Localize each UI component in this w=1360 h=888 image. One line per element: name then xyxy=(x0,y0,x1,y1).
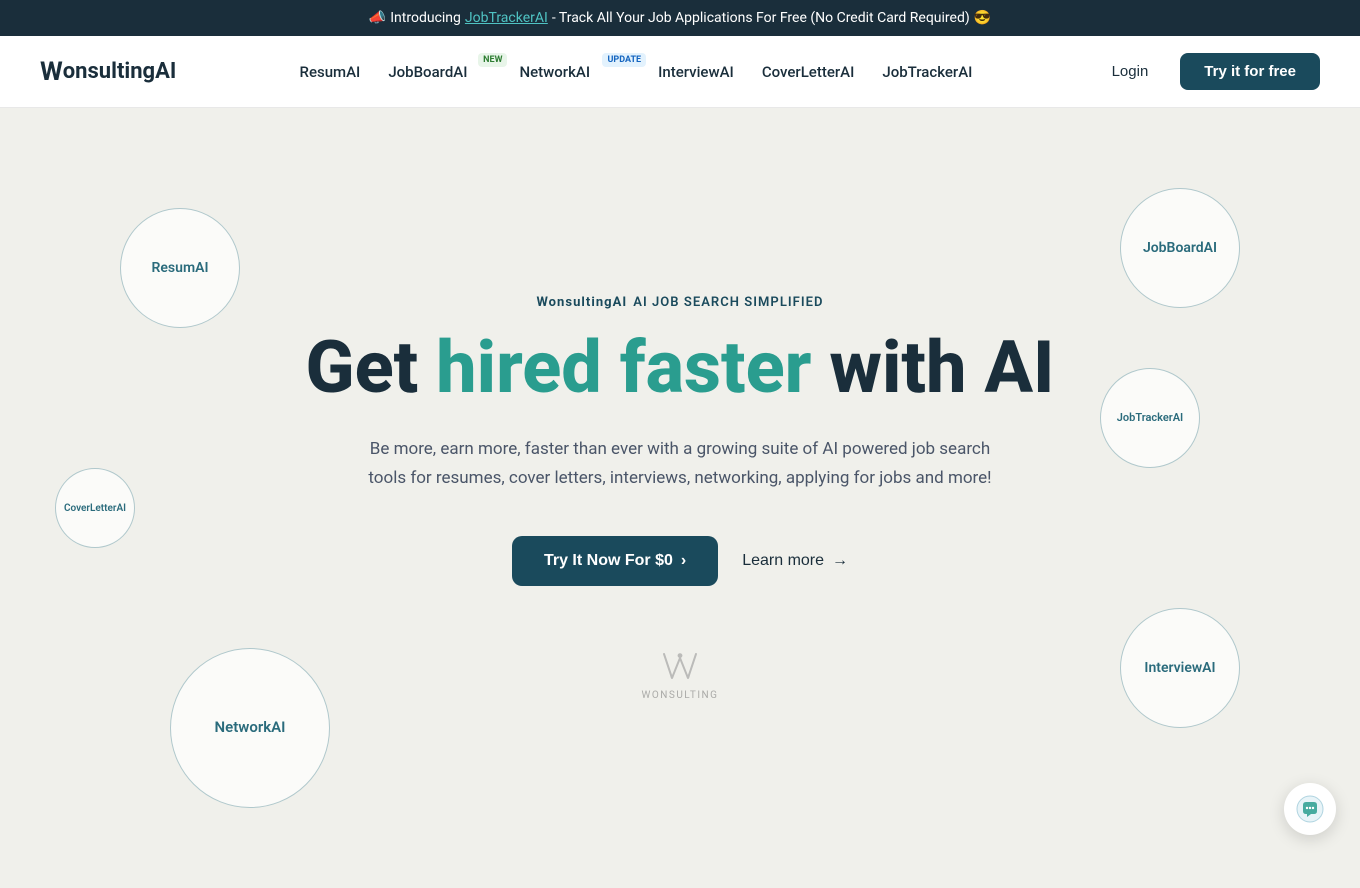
announcement-banner: 📣 Introducing JobTrackerAI - Track All Y… xyxy=(0,0,1360,36)
nav-item-jobboardai: JobBoardAI NEW xyxy=(376,55,503,89)
hero-content: WonsultingAI AI JOB SEARCH SIMPLIFIED Ge… xyxy=(306,295,1055,702)
nav-item-networkai: NetworkAI UPDATE xyxy=(507,55,642,89)
nav-item-resumai: ResumAI xyxy=(288,55,373,89)
circle-jobboardai: JobBoardAI xyxy=(1120,188,1240,308)
hero-cta-group: Try It Now For $0 › Learn more → xyxy=(306,536,1055,586)
circle-interviewai: InterviewAI xyxy=(1120,608,1240,728)
chat-support-button[interactable] xyxy=(1284,783,1336,835)
logo-text: onsultingAI xyxy=(63,59,177,84)
circle-coverletterai: CoverLetterAI xyxy=(55,468,135,548)
nav-link-jobtrackerai[interactable]: JobTrackerAI xyxy=(870,55,984,89)
nav-item-coverletterai: CoverLetterAI xyxy=(750,55,867,89)
bottom-logo-text: WONSULTING xyxy=(642,690,719,701)
nav-item-interviewai: InterviewAI xyxy=(646,55,746,89)
nav-right: Login Try it for free xyxy=(1096,53,1320,90)
try-for-free-button[interactable]: Try it for free xyxy=(1180,53,1320,90)
nav-link-jobboardai[interactable]: JobBoardAI NEW xyxy=(376,55,503,89)
banner-emoji-left: 📣 xyxy=(369,10,386,26)
hero-section: ResumAI JobBoardAI JobTrackerAI CoverLet… xyxy=(0,108,1360,888)
banner-emoji-right: 😎 xyxy=(974,10,991,26)
nav-link-interviewai[interactable]: InterviewAI xyxy=(646,55,746,89)
arrow-right-icon: → xyxy=(832,552,848,570)
nav-link-resumai[interactable]: ResumAI xyxy=(288,55,373,89)
eyebrow-separator: AI JOB SEARCH SIMPLIFIED xyxy=(633,295,823,310)
try-now-button[interactable]: Try It Now For $0 › xyxy=(512,536,718,586)
hero-title-faster: faster xyxy=(620,325,830,410)
logo-w-letter: W xyxy=(40,57,63,87)
hero-title-hired: hired xyxy=(436,325,620,410)
learn-more-button[interactable]: Learn more → xyxy=(742,552,848,570)
hero-title: Get hired faster with AI xyxy=(306,328,1055,407)
nav-links: ResumAI JobBoardAI NEW NetworkAI UPDATE … xyxy=(288,55,985,89)
arrow-right-icon: › xyxy=(681,552,686,570)
hero-eyebrow: WonsultingAI AI JOB SEARCH SIMPLIFIED xyxy=(306,295,1055,310)
badge-update: UPDATE xyxy=(602,53,646,67)
eyebrow-brand: WonsultingAI xyxy=(536,295,627,310)
badge-new: NEW xyxy=(478,53,507,67)
wonsulting-logo-icon xyxy=(655,646,705,686)
nav-link-coverletterai[interactable]: CoverLetterAI xyxy=(750,55,867,89)
login-button[interactable]: Login xyxy=(1096,55,1165,88)
banner-text-before: Introducing xyxy=(390,10,461,26)
nav-item-jobtrackerai: JobTrackerAI xyxy=(870,55,984,89)
chat-icon xyxy=(1296,795,1324,823)
hero-title-with-ai: with AI xyxy=(829,325,1054,410)
logo[interactable]: W onsultingAI xyxy=(40,57,176,87)
nav-link-networkai[interactable]: NetworkAI UPDATE xyxy=(507,55,642,89)
hero-description: Be more, earn more, faster than ever wit… xyxy=(360,435,1000,493)
navbar: W onsultingAI ResumAI JobBoardAI NEW Net… xyxy=(0,36,1360,108)
bottom-watermark: WONSULTING xyxy=(306,646,1055,701)
circle-jobtrackerai: JobTrackerAI xyxy=(1100,368,1200,468)
banner-text-after: - Track All Your Job Applications For Fr… xyxy=(552,10,970,26)
hero-title-get: Get xyxy=(306,325,437,410)
circle-resumai: ResumAI xyxy=(120,208,240,328)
banner-link[interactable]: JobTrackerAI xyxy=(465,10,548,26)
